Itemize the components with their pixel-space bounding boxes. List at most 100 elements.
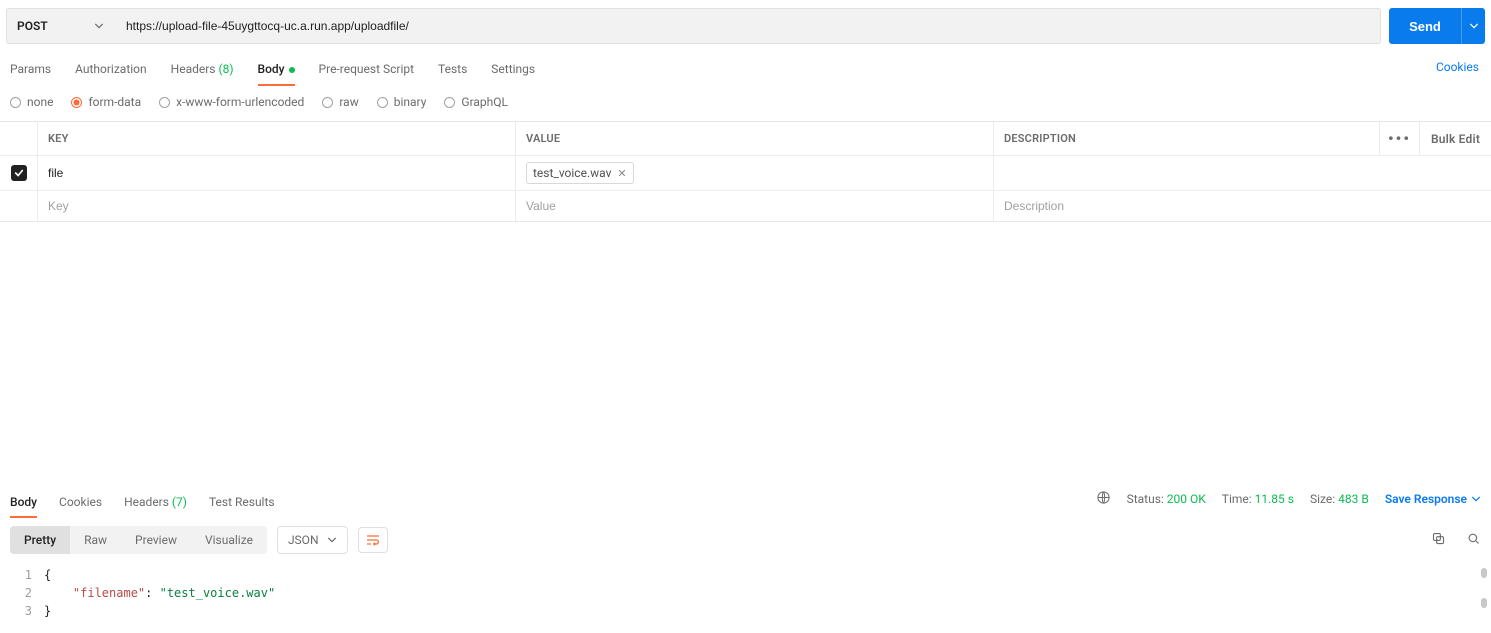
save-response-button[interactable]: Save Response <box>1385 492 1481 506</box>
globe-icon[interactable] <box>1096 490 1111 508</box>
view-tab-preview[interactable]: Preview <box>121 526 191 554</box>
header-value: VALUE <box>516 122 994 155</box>
remove-file-icon[interactable]: ✕ <box>617 167 626 180</box>
radio-icon <box>159 97 170 108</box>
body-type-label: raw <box>339 95 358 109</box>
view-tab-raw[interactable]: Raw <box>70 526 121 554</box>
line-number: 2 <box>0 584 44 602</box>
checkbox-checked-icon <box>11 165 27 181</box>
radio-icon <box>377 97 388 108</box>
dots-icon: ••• <box>1388 129 1411 148</box>
table-row-empty <box>0 191 1491 221</box>
response-headers-label: Headers <box>124 495 169 509</box>
status-block: Status: 200 OK <box>1127 492 1206 506</box>
header-key: KEY <box>38 122 516 155</box>
row-description-cell[interactable] <box>994 156 1491 190</box>
status-value: 200 OK <box>1167 492 1206 506</box>
code-token: { <box>44 568 51 582</box>
chevron-down-icon <box>1471 494 1481 504</box>
view-mode-tabs: Pretty Raw Preview Visualize <box>10 526 267 554</box>
chevron-down-icon <box>94 21 104 31</box>
language-label: JSON <box>288 533 319 547</box>
tab-params[interactable]: Params <box>10 52 51 86</box>
http-method-select[interactable]: POST <box>6 8 114 44</box>
body-type-graphql[interactable]: GraphQL <box>444 95 508 109</box>
body-type-label: form-data <box>88 95 141 109</box>
copy-button[interactable] <box>1431 531 1446 549</box>
body-type-label: x-www-form-urlencoded <box>176 95 304 109</box>
line-number: 3 <box>0 602 44 620</box>
view-tab-visualize[interactable]: Visualize <box>191 526 267 554</box>
response-tab-headers[interactable]: Headers (7) <box>124 487 187 517</box>
response-bar: Body Cookies Headers (7) Test Results St… <box>0 480 1491 517</box>
response-headers-count: (7) <box>172 495 187 509</box>
chevron-down-icon <box>327 535 337 545</box>
form-data-table: KEY VALUE DESCRIPTION ••• Bulk Edit test… <box>0 121 1491 222</box>
tab-headers-label: Headers <box>171 62 216 76</box>
tab-headers[interactable]: Headers (8) <box>171 52 234 86</box>
code-line: 2 "filename": "test_voice.wav" <box>0 584 1491 602</box>
body-type-row: none form-data x-www-form-urlencoded raw… <box>0 87 1491 121</box>
key-input[interactable] <box>48 166 505 180</box>
toolbar-left: Pretty Raw Preview Visualize JSON <box>10 526 388 554</box>
tab-body[interactable]: Body <box>258 52 295 86</box>
time-value: 11.85 s <box>1255 492 1294 506</box>
chevron-down-icon <box>1469 21 1479 31</box>
value-input[interactable] <box>526 199 983 213</box>
response-meta: Status: 200 OK Time: 11.85 s Size: 483 B… <box>1096 490 1481 508</box>
wrap-icon <box>365 532 381 548</box>
response-tab-cookies[interactable]: Cookies <box>59 487 102 517</box>
description-input[interactable] <box>1004 199 1481 213</box>
send-button[interactable]: Send <box>1389 8 1461 44</box>
row-value-cell[interactable]: test_voice.wav ✕ <box>516 156 994 190</box>
row-key-cell[interactable] <box>38 191 516 221</box>
row-checkbox-cell[interactable] <box>0 156 38 190</box>
response-code-area[interactable]: 1 { 2 "filename": "test_voice.wav" 3 } <box>0 562 1491 630</box>
copy-icon <box>1431 531 1446 546</box>
time-block: Time: 11.85 s <box>1222 492 1294 506</box>
radio-icon <box>10 97 21 108</box>
row-key-cell[interactable] <box>38 156 516 190</box>
radio-icon <box>71 97 82 108</box>
body-type-raw[interactable]: raw <box>322 95 358 109</box>
key-input[interactable] <box>48 199 505 213</box>
request-tabs-left: Params Authorization Headers (8) Body Pr… <box>6 48 539 86</box>
code-line: 1 { <box>0 566 1491 584</box>
wrap-lines-button[interactable] <box>358 527 388 553</box>
header-more-button[interactable]: ••• <box>1379 122 1419 155</box>
line-number: 1 <box>0 566 44 584</box>
file-chip[interactable]: test_voice.wav ✕ <box>526 162 634 184</box>
tab-settings[interactable]: Settings <box>491 52 535 86</box>
request-bar: POST Send <box>0 0 1491 48</box>
file-name-label: test_voice.wav <box>533 166 611 180</box>
body-type-binary[interactable]: binary <box>377 95 427 109</box>
code-token: "test_voice.wav" <box>160 586 276 600</box>
size-label: Size: <box>1310 492 1335 506</box>
view-tab-pretty[interactable]: Pretty <box>10 526 70 554</box>
tab-pre-request[interactable]: Pre-request Script <box>319 52 414 86</box>
tab-authorization[interactable]: Authorization <box>75 52 147 86</box>
cookies-link[interactable]: Cookies <box>1430 50 1485 84</box>
row-checkbox-cell <box>0 191 38 221</box>
row-description-cell[interactable] <box>994 191 1491 221</box>
size-value: 483 B <box>1338 492 1369 506</box>
scrollbar-thumb[interactable] <box>1481 568 1487 578</box>
code-line: 3 } <box>0 602 1491 620</box>
code-token: } <box>44 604 51 618</box>
scrollbar-thumb[interactable] <box>1481 598 1487 608</box>
body-type-form-data[interactable]: form-data <box>71 95 141 109</box>
url-input[interactable] <box>114 8 1381 44</box>
search-icon <box>1466 531 1481 546</box>
body-type-none[interactable]: none <box>10 95 53 109</box>
body-type-x-www[interactable]: x-www-form-urlencoded <box>159 95 304 109</box>
send-dropdown-button[interactable] <box>1461 8 1485 44</box>
description-input[interactable] <box>1004 166 1481 180</box>
send-button-group: Send <box>1389 8 1485 44</box>
search-button[interactable] <box>1466 531 1481 549</box>
response-tab-body[interactable]: Body <box>10 487 37 517</box>
response-tab-test-results[interactable]: Test Results <box>209 487 275 517</box>
tab-tests[interactable]: Tests <box>438 52 467 86</box>
bulk-edit-button[interactable]: Bulk Edit <box>1419 122 1491 155</box>
language-select[interactable]: JSON <box>277 526 348 554</box>
row-value-cell[interactable] <box>516 191 994 221</box>
